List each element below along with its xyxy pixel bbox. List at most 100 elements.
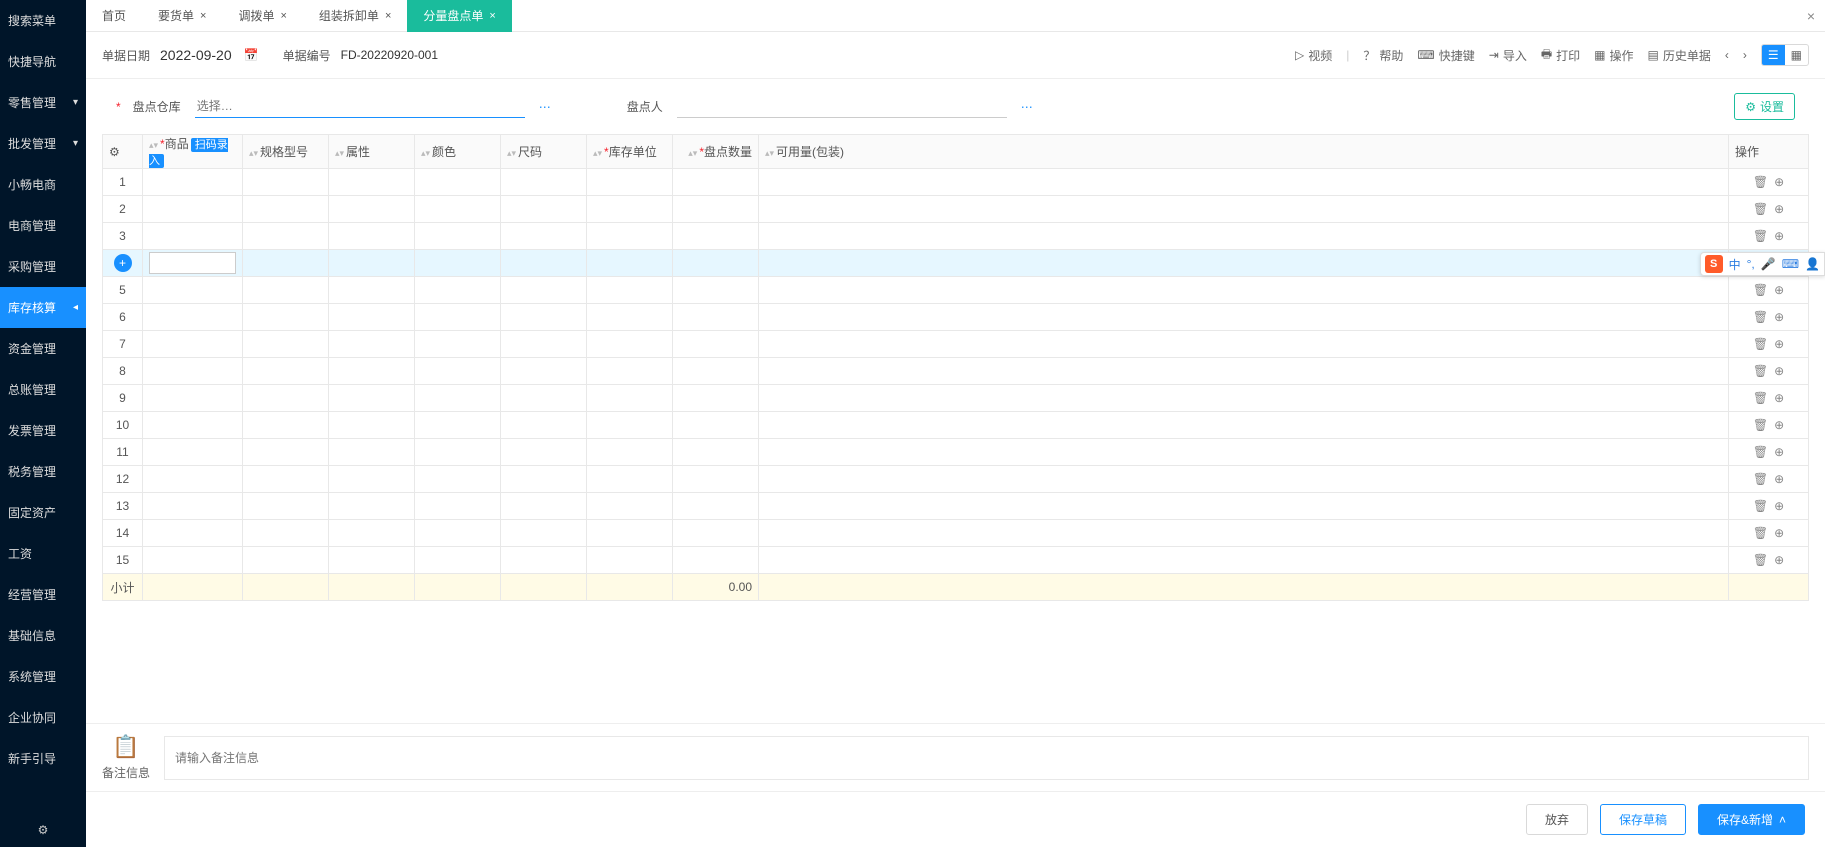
cell-stock-unit[interactable]: [587, 277, 673, 304]
col-available[interactable]: ▴▾可用量(包装): [759, 135, 1729, 169]
cell-count-qty[interactable]: [673, 466, 759, 493]
history-button[interactable]: ▤ 历史单据: [1648, 47, 1711, 64]
delete-icon[interactable]: 🗑: [1753, 202, 1768, 216]
counter-input[interactable]: [677, 95, 1007, 118]
cell-spec[interactable]: [243, 250, 329, 277]
cell-size[interactable]: [501, 358, 587, 385]
cell-color[interactable]: [415, 547, 501, 574]
copy-icon[interactable]: ⊕: [1774, 229, 1784, 243]
cell-count-qty[interactable]: [673, 250, 759, 277]
cell-available[interactable]: [759, 196, 1729, 223]
ime-keyboard-icon[interactable]: ⌨: [1782, 257, 1799, 271]
cell-attr[interactable]: [329, 250, 415, 277]
cell-color[interactable]: [415, 385, 501, 412]
sidebar-item-11[interactable]: 税务管理: [0, 451, 86, 492]
ime-toolbar[interactable]: S 中 °, 🎤 ⌨ 👤: [1700, 252, 1825, 276]
warehouse-input[interactable]: [195, 95, 525, 118]
cell-available[interactable]: [759, 412, 1729, 439]
cell-product[interactable]: [143, 169, 243, 196]
cell-size[interactable]: [501, 277, 587, 304]
cell-spec[interactable]: [243, 412, 329, 439]
cell-stock-unit[interactable]: [587, 466, 673, 493]
cell-attr[interactable]: [329, 277, 415, 304]
cell-color[interactable]: [415, 250, 501, 277]
cell-product[interactable]: [143, 277, 243, 304]
sidebar-settings[interactable]: ⚙: [0, 811, 86, 847]
cell-available[interactable]: [759, 520, 1729, 547]
col-size[interactable]: ▴▾尺码: [501, 135, 587, 169]
copy-icon[interactable]: ⊕: [1774, 445, 1784, 459]
cell-product[interactable]: [143, 358, 243, 385]
delete-icon[interactable]: 🗑: [1753, 526, 1768, 540]
warehouse-lookup-icon[interactable]: ⋯: [539, 100, 551, 114]
cell-stock-unit[interactable]: [587, 412, 673, 439]
cell-color[interactable]: [415, 439, 501, 466]
col-color[interactable]: ▴▾颜色: [415, 135, 501, 169]
cell-size[interactable]: [501, 196, 587, 223]
cell-product[interactable]: [143, 223, 243, 250]
cell-color[interactable]: [415, 169, 501, 196]
cell-attr[interactable]: [329, 331, 415, 358]
copy-icon[interactable]: ⊕: [1774, 364, 1784, 378]
cell-stock-unit[interactable]: [587, 439, 673, 466]
copy-icon[interactable]: ⊕: [1774, 337, 1784, 351]
save-draft-button[interactable]: 保存草稿: [1600, 804, 1686, 835]
cell-spec[interactable]: [243, 547, 329, 574]
sidebar-item-1[interactable]: 快捷导航: [0, 41, 86, 82]
cell-attr[interactable]: [329, 466, 415, 493]
cell-color[interactable]: [415, 304, 501, 331]
view-list-icon[interactable]: ☰: [1762, 45, 1785, 65]
cell-color[interactable]: [415, 196, 501, 223]
delete-icon[interactable]: 🗑: [1753, 445, 1768, 459]
cell-attr[interactable]: [329, 412, 415, 439]
cell-spec[interactable]: [243, 385, 329, 412]
table-row[interactable]: 9🗑⊕: [103, 385, 1809, 412]
cell-count-qty[interactable]: [673, 277, 759, 304]
prev-doc-button[interactable]: ‹: [1725, 48, 1729, 62]
next-doc-button[interactable]: ›: [1743, 48, 1747, 62]
cell-product[interactable]: [143, 412, 243, 439]
ime-punct-icon[interactable]: °,: [1747, 257, 1755, 271]
cell-size[interactable]: [501, 439, 587, 466]
cell-spec[interactable]: [243, 331, 329, 358]
help-button[interactable]: ？帮助: [1363, 47, 1403, 64]
sidebar-item-10[interactable]: 发票管理: [0, 410, 86, 451]
cell-size[interactable]: [501, 250, 587, 277]
cell-spec[interactable]: [243, 277, 329, 304]
cell-available[interactable]: [759, 250, 1729, 277]
cell-product[interactable]: [143, 250, 243, 277]
cell-product[interactable]: [143, 304, 243, 331]
table-row[interactable]: 1🗑⊕: [103, 169, 1809, 196]
cell-product[interactable]: [143, 520, 243, 547]
col-gear[interactable]: ⚙: [103, 135, 143, 169]
col-stock-unit[interactable]: ▴▾*库存单位: [587, 135, 673, 169]
sidebar-item-5[interactable]: 电商管理: [0, 205, 86, 246]
delete-icon[interactable]: 🗑: [1753, 310, 1768, 324]
cell-count-qty[interactable]: [673, 304, 759, 331]
cell-stock-unit[interactable]: [587, 547, 673, 574]
cell-attr[interactable]: [329, 439, 415, 466]
table-row[interactable]: 5🗑⊕: [103, 277, 1809, 304]
close-all-tabs[interactable]: ×: [1797, 8, 1825, 24]
cell-stock-unit[interactable]: [587, 169, 673, 196]
close-icon[interactable]: ×: [280, 0, 286, 32]
counter-lookup-icon[interactable]: ⋯: [1021, 100, 1033, 114]
print-button[interactable]: 🖶 打印: [1541, 45, 1580, 66]
cell-attr[interactable]: [329, 304, 415, 331]
cell-attr[interactable]: [329, 493, 415, 520]
table-row[interactable]: 6🗑⊕: [103, 304, 1809, 331]
cell-count-qty[interactable]: [673, 439, 759, 466]
table-row[interactable]: 11🗑⊕: [103, 439, 1809, 466]
cell-count-qty[interactable]: [673, 493, 759, 520]
cell-spec[interactable]: [243, 196, 329, 223]
cell-size[interactable]: [501, 412, 587, 439]
tab-1[interactable]: 要货单×: [142, 0, 222, 32]
table-row[interactable]: 14🗑⊕: [103, 520, 1809, 547]
delete-icon[interactable]: 🗑: [1753, 175, 1768, 189]
tab-0[interactable]: 首页: [86, 0, 142, 32]
copy-icon[interactable]: ⊕: [1774, 175, 1784, 189]
sidebar-item-4[interactable]: 小畅电商: [0, 164, 86, 205]
ime-lang[interactable]: 中: [1729, 256, 1741, 273]
cell-available[interactable]: [759, 385, 1729, 412]
cell-attr[interactable]: [329, 223, 415, 250]
